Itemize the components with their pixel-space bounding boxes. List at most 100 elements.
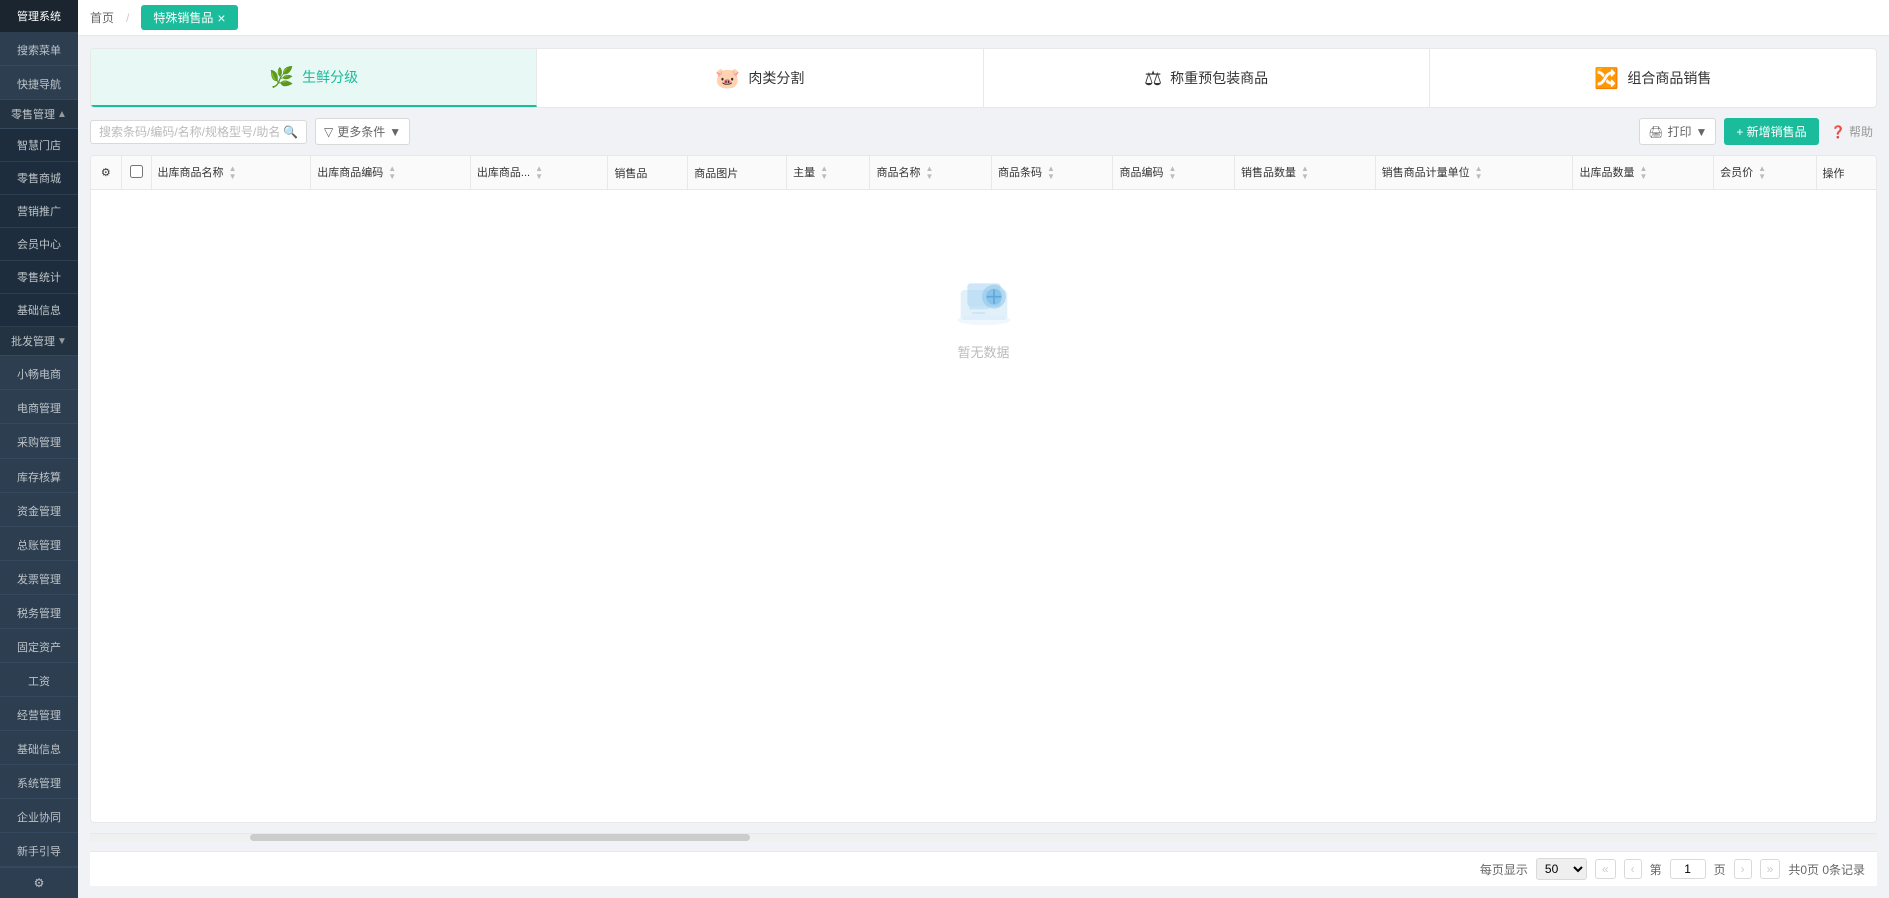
sort-out-product-spec[interactable]: ▲▼ xyxy=(535,165,543,181)
active-tab[interactable]: 特殊销售品 × xyxy=(141,5,237,30)
sidebar-item-fixed-assets[interactable]: 固定资产 xyxy=(0,629,78,663)
breadcrumb-separator: / xyxy=(126,11,129,25)
col-product-name[interactable]: 商品名称 ▲▼ xyxy=(870,156,992,190)
col-out-product-code[interactable]: 出库商品编码 ▲▼ xyxy=(311,156,471,190)
col-sale-unit[interactable]: 销售商品计量单位 ▲▼ xyxy=(1375,156,1573,190)
sidebar-item-general-ledger[interactable]: 总账管理 xyxy=(0,527,78,561)
help-button[interactable]: ❓ 帮助 xyxy=(1827,119,1877,144)
sort-out-product-name[interactable]: ▲▼ xyxy=(229,165,237,181)
sidebar: 管理系统 搜索菜单 快捷导航 零售管理 ▲ 智慧门店 零售商城 营销推广 会员中… xyxy=(0,0,78,898)
filter-dropdown-icon: ▼ xyxy=(389,125,401,139)
page-label-suffix: 页 xyxy=(1714,861,1726,878)
cat-tab-combo-sale[interactable]: 🔀 组合商品销售 xyxy=(1430,49,1876,107)
col-out-product-spec[interactable]: 出库商品... ▲▼ xyxy=(470,156,607,190)
horizontal-scrollbar[interactable] xyxy=(90,833,1877,841)
col-product-code[interactable]: 商品编码 ▲▼ xyxy=(1113,156,1235,190)
sidebar-item-smart-store[interactable]: 智慧门店 xyxy=(0,129,78,162)
sidebar-item-company-agreement[interactable]: 企业协同 xyxy=(0,799,78,833)
sort-product-code[interactable]: ▲▼ xyxy=(1169,165,1177,181)
col-out-qty[interactable]: 出库品数量 ▲▼ xyxy=(1573,156,1714,190)
filter-button[interactable]: ▽ 更多条件 ▼ xyxy=(315,118,410,145)
total-info: 共0页 0条记录 xyxy=(1788,861,1865,878)
last-page-button[interactable]: » xyxy=(1760,859,1781,879)
sidebar-item-settings[interactable]: ⚙ xyxy=(0,867,78,898)
filter-label: 更多条件 xyxy=(337,123,385,140)
sidebar-item-retail-stats[interactable]: 零售统计 xyxy=(0,261,78,294)
sidebar-item-system-mgmt[interactable]: 系统管理 xyxy=(0,765,78,799)
cat-tab-weigh-pack[interactable]: ⚖ 称重预包装商品 xyxy=(984,49,1430,107)
cat-tab-fresh-grade[interactable]: 🌿 生鲜分级 xyxy=(91,49,537,107)
sort-out-qty[interactable]: ▲▼ xyxy=(1640,165,1648,181)
tab-close-icon[interactable]: × xyxy=(217,11,225,25)
sidebar-item-basic-info-retail[interactable]: 基础信息 xyxy=(0,294,78,327)
scrollbar-thumb[interactable] xyxy=(250,834,750,841)
table-body: 暂无数据 xyxy=(91,190,1876,442)
sidebar-item-search-menu[interactable]: 搜索菜单 xyxy=(0,32,78,66)
sort-main-weight[interactable]: ▲▼ xyxy=(820,165,828,181)
sidebar-item-new-guide[interactable]: 新手引导 xyxy=(0,833,78,867)
sort-sale-unit[interactable]: ▲▼ xyxy=(1475,165,1483,181)
sort-product-barcode[interactable]: ▲▼ xyxy=(1047,165,1055,181)
sidebar-item-ecommerce-mgmt[interactable]: 电商管理 xyxy=(0,390,78,424)
print-label: 打印 xyxy=(1667,123,1691,140)
toolbar-right: 🖨 打印 ▼ + 新增销售品 ❓ 帮助 xyxy=(1639,118,1877,145)
sidebar-logo: 管理系统 xyxy=(0,0,78,32)
settings-icon: ⚙ xyxy=(34,876,45,890)
empty-state-row: 暂无数据 xyxy=(91,190,1876,442)
combo-sale-icon: 🔀 xyxy=(1594,66,1619,91)
breadcrumb-home[interactable]: 首页 xyxy=(90,9,114,26)
search-icon[interactable]: 🔍 xyxy=(283,125,298,139)
col-product-barcode[interactable]: 商品条码 ▲▼ xyxy=(991,156,1113,190)
sidebar-item-purchase-mgmt[interactable]: 采购管理 xyxy=(0,424,78,458)
page-size-select[interactable]: 10 20 50 100 xyxy=(1536,858,1587,880)
sidebar-item-quick-nav[interactable]: 快捷导航 xyxy=(0,66,78,100)
empty-text: 暂无数据 xyxy=(957,342,1009,361)
prev-page-button[interactable]: ‹ xyxy=(1624,859,1642,879)
col-main-weight[interactable]: 主量 ▲▼ xyxy=(787,156,870,190)
help-label: 帮助 xyxy=(1849,125,1873,139)
empty-state: 暂无数据 xyxy=(91,190,1876,441)
cat-tab-weigh-pack-label: 称重预包装商品 xyxy=(1170,68,1268,88)
col-out-product-name[interactable]: 出库商品名称 ▲▼ xyxy=(151,156,311,190)
print-button[interactable]: 🖨 打印 ▼ xyxy=(1639,118,1716,145)
sort-sale-qty[interactable]: ▲▼ xyxy=(1301,165,1309,181)
sidebar-item-ops-mgmt[interactable]: 经营管理 xyxy=(0,697,78,731)
sidebar-item-member-center[interactable]: 会员中心 xyxy=(0,228,78,261)
data-table-container: ⚙ 出库商品名称 ▲▼ 出库商品编码 ▲▼ 出库商品... ▲▼ xyxy=(90,155,1877,823)
sidebar-item-marketing[interactable]: 营销推广 xyxy=(0,195,78,228)
print-icon: 🖨 xyxy=(1648,125,1663,139)
sort-out-product-code[interactable]: ▲▼ xyxy=(388,165,396,181)
sidebar-item-basic-info[interactable]: 基础信息 xyxy=(0,731,78,765)
next-page-button[interactable]: › xyxy=(1734,859,1752,879)
search-input[interactable] xyxy=(99,125,279,139)
sidebar-item-inventory[interactable]: 库存核算 xyxy=(0,459,78,493)
sidebar-item-invoice-mgmt[interactable]: 发票管理 xyxy=(0,561,78,595)
col-member-price[interactable]: 会员价 ▲▼ xyxy=(1714,156,1816,190)
sidebar-item-batch-mgmt[interactable]: 批发管理 ▼ xyxy=(0,327,78,356)
sidebar-item-retail-mgmt[interactable]: 零售管理 ▲ xyxy=(0,100,78,129)
sidebar-item-capital-mgmt[interactable]: 资金管理 xyxy=(0,493,78,527)
current-page-input[interactable] xyxy=(1670,859,1706,879)
toolbar-left: 🔍 ▽ 更多条件 ▼ xyxy=(90,118,410,145)
sidebar-item-tax-mgmt[interactable]: 税务管理 xyxy=(0,595,78,629)
col-checkbox[interactable] xyxy=(121,156,151,190)
add-sale-product-button[interactable]: + 新增销售品 xyxy=(1724,118,1818,145)
col-sale-qty[interactable]: 销售品数量 ▲▼ xyxy=(1234,156,1375,190)
help-icon: ❓ xyxy=(1831,125,1846,139)
col-settings[interactable]: ⚙ xyxy=(91,156,121,190)
first-page-button[interactable]: « xyxy=(1595,859,1616,879)
col-product-image: 商品图片 xyxy=(688,156,787,190)
select-all-checkbox[interactable] xyxy=(130,165,143,178)
active-tab-label: 特殊销售品 xyxy=(153,9,213,26)
main-area: 首页 / 特殊销售品 × 🌿 生鲜分级 🐷 肉类分割 ⚖ 称重预包装商品 🔀 xyxy=(78,0,1889,898)
sidebar-item-mini-ecommerce[interactable]: 小畅电商 xyxy=(0,356,78,390)
page-label-prefix: 第 xyxy=(1650,861,1662,878)
sort-member-price[interactable]: ▲▼ xyxy=(1758,165,1766,181)
meat-cut-icon: 🐷 xyxy=(715,66,740,91)
sidebar-item-salary[interactable]: 工资 xyxy=(0,663,78,697)
retail-mgmt-expand-icon: ▲ xyxy=(57,109,67,120)
cat-tab-meat-cut[interactable]: 🐷 肉类分割 xyxy=(537,49,983,107)
sort-product-name[interactable]: ▲▼ xyxy=(926,165,934,181)
sidebar-item-retail-mall[interactable]: 零售商城 xyxy=(0,162,78,195)
print-dropdown-icon: ▼ xyxy=(1695,125,1707,139)
